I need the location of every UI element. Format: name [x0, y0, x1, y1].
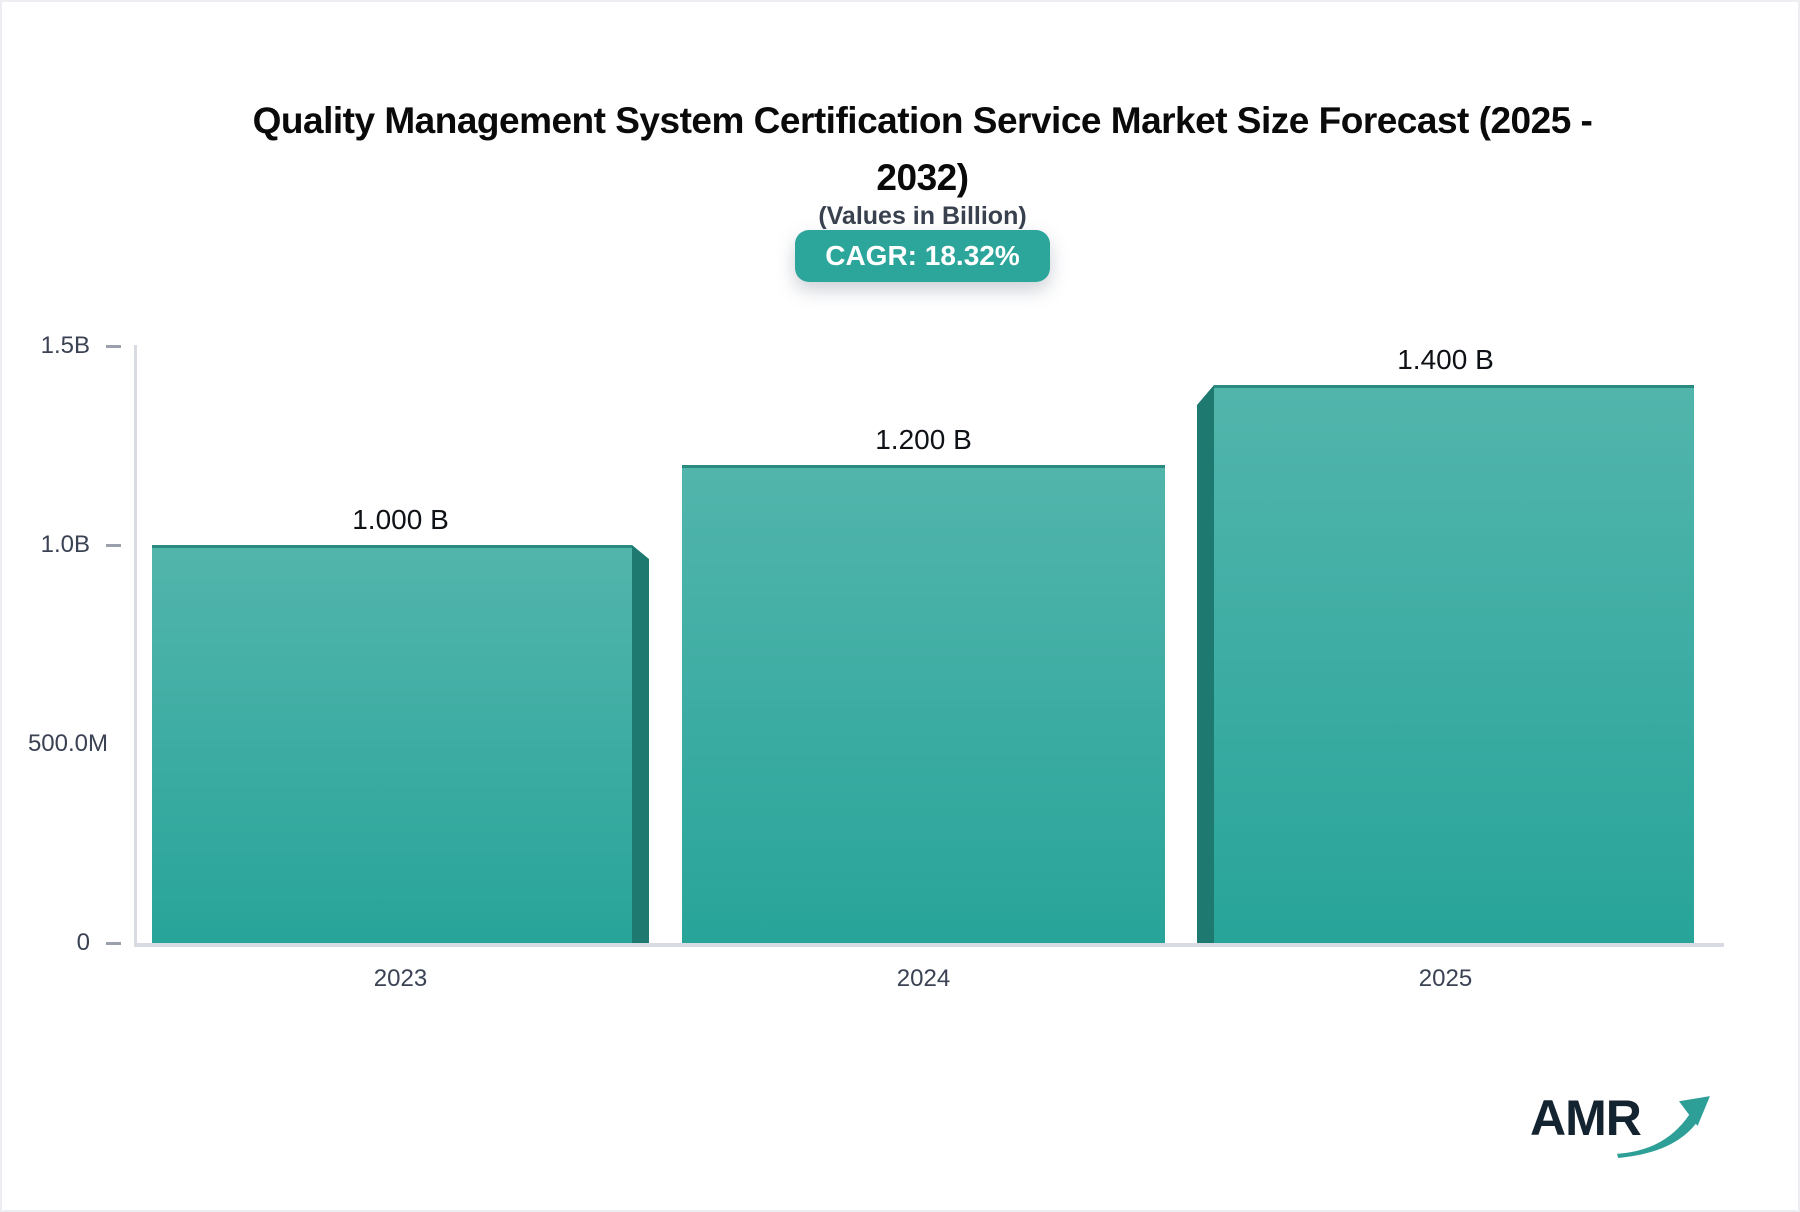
bar-2023-side-face	[632, 545, 649, 943]
cagr-badge: CAGR: 18.32%	[795, 230, 1050, 282]
chart-subtitle: (Values in Billion)	[47, 202, 1798, 231]
chart-title-line1: Quality Management System Certification …	[47, 92, 1798, 149]
x-axis-label-2025: 2025	[1197, 965, 1694, 993]
y-tick-1-0b	[106, 544, 121, 547]
bar-value-label-2023: 1.000 B	[152, 504, 649, 536]
bar-2025	[1214, 385, 1694, 943]
bar-2025-side-face	[1197, 385, 1214, 943]
trend-up-arrow-icon	[1614, 1094, 1712, 1158]
amr-logo: AMR	[1530, 1090, 1725, 1162]
x-axis-line	[134, 943, 1724, 947]
bar-value-label-2025: 1.400 B	[1197, 344, 1694, 376]
bar-2024	[682, 465, 1165, 943]
y-axis-label-500m: 500.0M	[2, 730, 108, 758]
y-axis-label-1-0b: 1.0B	[2, 531, 90, 559]
bar-value-label-2024: 1.200 B	[682, 424, 1165, 456]
y-tick-0	[106, 942, 121, 945]
x-axis-label-2023: 2023	[152, 965, 649, 993]
chart-card: Quality Management System Certification …	[0, 0, 1800, 1212]
y-axis-label-0: 0	[2, 929, 90, 957]
chart-title-line2: 2032)	[47, 149, 1798, 206]
y-tick-1-5b	[106, 345, 121, 348]
y-axis-label-1-5b: 1.5B	[2, 332, 90, 360]
x-axis-label-2024: 2024	[682, 965, 1165, 993]
cagr-badge-wrap: CAGR: 18.32%	[47, 230, 1798, 282]
bar-2023	[152, 545, 632, 943]
y-axis-line	[134, 345, 137, 947]
chart-title: Quality Management System Certification …	[47, 92, 1798, 206]
